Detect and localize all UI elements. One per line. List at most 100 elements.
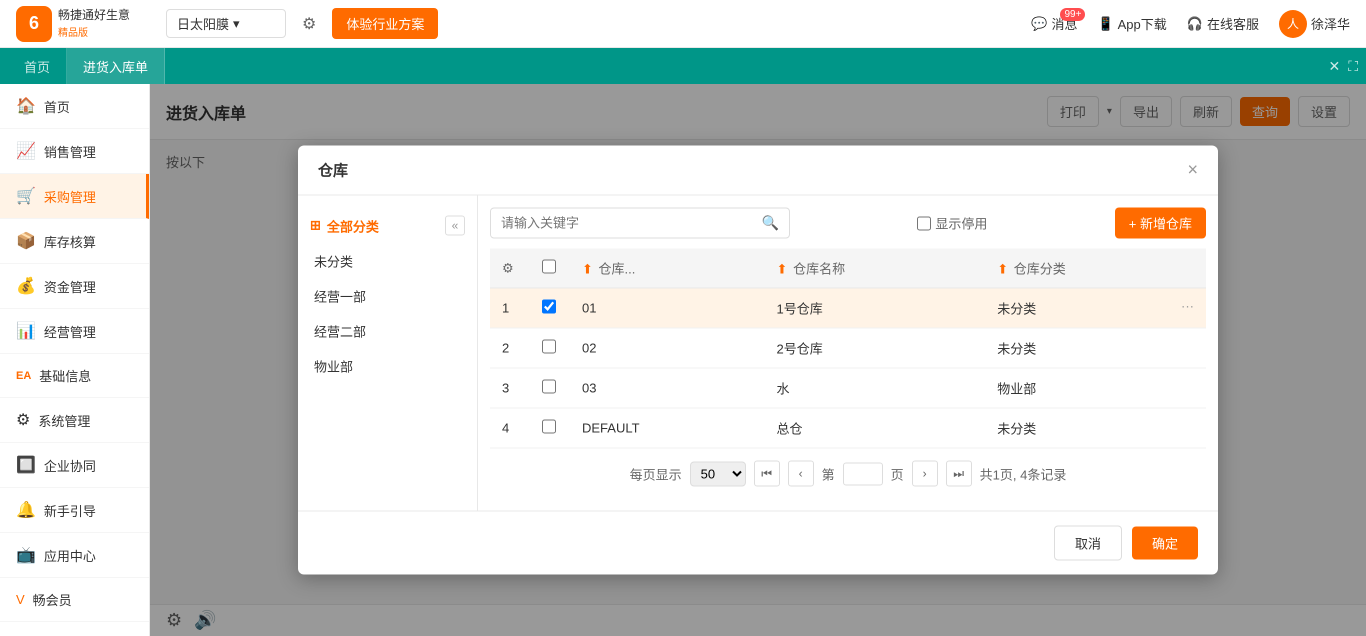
- table-row[interactable]: 4 DEFAULT 总仓 未分类: [490, 408, 1206, 448]
- content-area: 进货入库单 打印 ▾ 导出 刷新 查询 设置 按以下 仓库 ×: [150, 84, 1366, 636]
- logo-icon: 6: [16, 6, 52, 42]
- inventory-icon: 📦: [16, 231, 36, 251]
- category-dept1-label: 经营一部: [314, 290, 366, 305]
- warehouse-modal: 仓库 × ⊞ 全部分类 «: [298, 146, 1218, 575]
- enterprise-icon: 🔲: [16, 455, 36, 475]
- sidebar-item-operations[interactable]: 📊 经营管理: [0, 309, 149, 354]
- table-row[interactable]: 2 02 2号仓库 未分类: [490, 328, 1206, 368]
- sidebar-item-inventory[interactable]: 📦 库存核算: [0, 219, 149, 264]
- tab-purchase-label: 进货入库单: [83, 57, 148, 76]
- row-name: 水: [765, 368, 986, 408]
- all-categories-text: 全部分类: [327, 216, 379, 235]
- sidebar-item-app-center[interactable]: 📺 应用中心: [0, 533, 149, 578]
- warehouse-table: ⚙ ⬆ 仓库...: [490, 249, 1206, 449]
- category-item-dept1[interactable]: 经营一部: [298, 279, 477, 314]
- next-page-btn[interactable]: ›: [912, 461, 938, 487]
- sidebar-item-purchase[interactable]: 🛒 采购管理: [0, 174, 149, 219]
- table-row[interactable]: 1 01 1号仓库 未分类 ···: [490, 288, 1206, 328]
- service-item[interactable]: 🎧 在线客服: [1187, 14, 1259, 33]
- show-disabled-checkbox[interactable]: [917, 216, 931, 230]
- row-category: 物业部: [985, 368, 1206, 408]
- sidebar-item-enterprise[interactable]: 🔲 企业协同: [0, 443, 149, 488]
- col-category[interactable]: ⬆ 仓库分类: [985, 249, 1206, 289]
- top-header: 6 畅捷通好生意 精品版 日太阳膜 ▾ ⚙ 体验行业方案 💬 消息 99+ 📱 …: [0, 0, 1366, 48]
- sidebar-item-home-label: 首页: [44, 97, 70, 116]
- row-checkbox-cell[interactable]: [530, 408, 570, 448]
- all-categories-label[interactable]: ⊞ 全部分类: [310, 216, 379, 235]
- sidebar-item-basic-info[interactable]: EA 基础信息: [0, 354, 149, 398]
- user-name: 徐泽华: [1311, 14, 1350, 33]
- header-right: 💬 消息 99+ 📱 App下载 🎧 在线客服 人 徐泽华: [1031, 10, 1350, 38]
- modal-body: ⊞ 全部分类 « 未分类 经营一部 经营二部: [298, 196, 1218, 511]
- logo-text: 畅捷通好生意: [58, 8, 130, 24]
- gear-icon[interactable]: ⚙: [302, 14, 316, 34]
- row-checkbox[interactable]: [542, 420, 556, 434]
- message-badge: 99+: [1060, 8, 1085, 21]
- sidebar-item-finance-label: 资金管理: [44, 277, 96, 296]
- total-label: 共1页, 4条记录: [980, 464, 1067, 483]
- finance-icon: 💰: [16, 276, 36, 296]
- message-item[interactable]: 💬 消息 99+: [1031, 14, 1077, 33]
- close-tab-icon[interactable]: ✕: [1328, 58, 1340, 75]
- select-all-checkbox[interactable]: [542, 260, 556, 274]
- category-item-unclassified[interactable]: 未分类: [298, 244, 477, 279]
- store-selector[interactable]: 日太阳膜 ▾: [166, 9, 286, 38]
- page-unit: 页: [891, 464, 904, 483]
- row-checkbox-cell[interactable]: [530, 368, 570, 408]
- col-gear: ⚙: [490, 249, 530, 289]
- tab-home-label: 首页: [24, 57, 50, 76]
- col-name[interactable]: ⬆ 仓库名称: [765, 249, 986, 289]
- sidebar-item-system[interactable]: ⚙ 系统管理: [0, 398, 149, 443]
- row-code: 03: [570, 368, 765, 408]
- sidebar-item-finance[interactable]: 💰 资金管理: [0, 264, 149, 309]
- logo-text-area: 畅捷通好生意 精品版: [58, 8, 130, 39]
- search-input[interactable]: [491, 210, 752, 237]
- new-warehouse-btn[interactable]: + 新增仓库: [1115, 208, 1206, 239]
- sidebar-item-member[interactable]: V 畅会员: [0, 578, 149, 622]
- tab-purchase[interactable]: 进货入库单: [67, 48, 165, 84]
- col-code[interactable]: ⬆ 仓库...: [570, 249, 765, 289]
- last-page-btn[interactable]: ⏭: [946, 461, 972, 487]
- sidebar-item-system-label: 系统管理: [38, 411, 90, 430]
- gear-col-icon: ⚙: [502, 260, 514, 275]
- collapse-btn[interactable]: «: [445, 216, 465, 236]
- tab-home[interactable]: 首页: [8, 48, 67, 84]
- row-checkbox[interactable]: [542, 300, 556, 314]
- nav-tab-actions: ✕ ⛶: [1328, 58, 1358, 75]
- sidebar-item-sales[interactable]: 📈 销售管理: [0, 129, 149, 174]
- prev-page-btn[interactable]: ‹: [788, 461, 814, 487]
- first-page-btn[interactable]: ⏮: [754, 461, 780, 487]
- table-row[interactable]: 3 03 水 物业部: [490, 368, 1206, 408]
- row-checkbox-cell[interactable]: [530, 328, 570, 368]
- search-btn[interactable]: 🔍: [752, 209, 789, 238]
- cancel-btn[interactable]: 取消: [1054, 526, 1122, 561]
- row-name: 总仓: [765, 408, 986, 448]
- category-item-property[interactable]: 物业部: [298, 349, 477, 384]
- category-item-dept2[interactable]: 经营二部: [298, 314, 477, 349]
- confirm-btn[interactable]: 确定: [1132, 527, 1198, 560]
- user-item[interactable]: 人 徐泽华: [1279, 10, 1350, 38]
- row-checkbox[interactable]: [542, 340, 556, 354]
- sidebar-item-member-label: 畅会员: [33, 590, 72, 609]
- row-category: 未分类: [985, 408, 1206, 448]
- row-actions[interactable]: ···: [1181, 299, 1194, 314]
- row-checkbox[interactable]: [542, 380, 556, 394]
- show-disabled-label[interactable]: 显示停用: [917, 214, 987, 233]
- search-box: 🔍: [490, 208, 790, 239]
- message-icon: 💬: [1031, 16, 1047, 32]
- modal-close-btn[interactable]: ×: [1187, 160, 1198, 181]
- sidebar-item-guide[interactable]: 🔔 新手引导: [0, 488, 149, 533]
- nav-tabs: 首页 进货入库单 ✕ ⛶: [0, 48, 1366, 84]
- app-download-item[interactable]: 📱 App下载: [1097, 14, 1166, 33]
- operations-icon: 📊: [16, 321, 36, 341]
- sales-icon: 📈: [16, 141, 36, 161]
- industry-btn[interactable]: 体验行业方案: [332, 8, 438, 39]
- row-checkbox-cell[interactable]: [530, 288, 570, 328]
- category-dept2-label: 经营二部: [314, 325, 366, 340]
- sidebar-item-home[interactable]: 🏠 首页: [0, 84, 149, 129]
- page-input[interactable]: 1: [843, 462, 883, 485]
- maximize-icon[interactable]: ⛶: [1348, 58, 1358, 75]
- per-page-select[interactable]: 50 100: [690, 461, 746, 486]
- modal-header: 仓库 ×: [298, 146, 1218, 196]
- service-label: 在线客服: [1207, 14, 1259, 33]
